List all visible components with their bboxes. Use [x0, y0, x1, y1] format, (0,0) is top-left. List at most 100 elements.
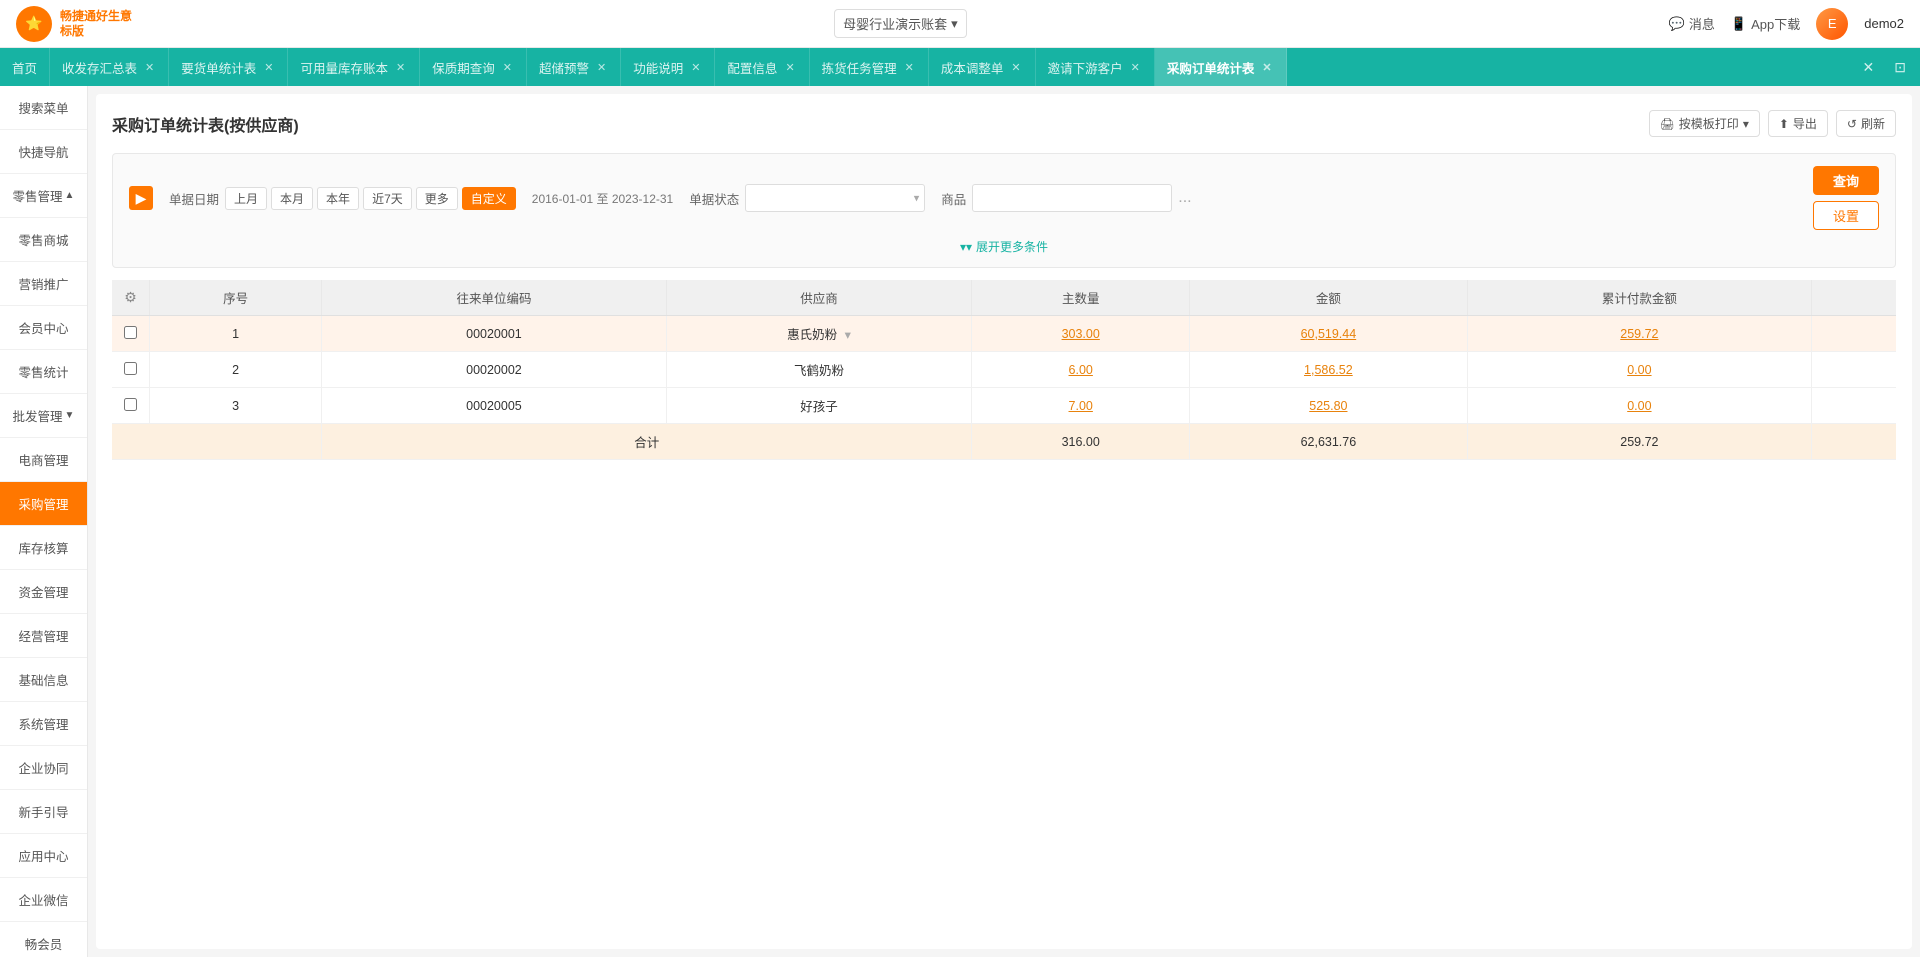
custom-tag-label: 自定义	[471, 192, 507, 206]
tab-pick-task-label: 拣货任务管理	[822, 58, 897, 77]
user-avatar[interactable]: E	[1816, 8, 1848, 40]
tab-shelf-life[interactable]: 保质期查询 ✕	[420, 48, 527, 86]
refresh-button[interactable]: ↺ 刷新	[1836, 110, 1896, 137]
row2-paid-amount[interactable]: 0.00	[1467, 352, 1811, 388]
sidebar-item-search[interactable]: 搜索菜单	[0, 86, 87, 130]
row3-qty[interactable]: 7.00	[972, 388, 1190, 424]
filter-row-main: ▶ 单据日期 上月 本月 本年 近7天 更多 自定义	[129, 166, 1879, 230]
tab-func-desc[interactable]: 功能说明 ✕	[621, 48, 715, 86]
expand-conditions-btn[interactable]: ▾▾ 展开更多条件	[129, 238, 1879, 255]
tab-invite-downstream[interactable]: 邀请下游客户 ✕	[1036, 48, 1155, 86]
status-select[interactable]	[745, 184, 925, 212]
sidebar-item-enterprise-coop[interactable]: 企业协同	[0, 746, 87, 790]
user-name-abbr: E	[1828, 16, 1837, 31]
tab-func-desc-close[interactable]: ✕	[689, 61, 702, 74]
sidebar-item-retail-mall[interactable]: 零售商城	[0, 218, 87, 262]
row2-qty[interactable]: 6.00	[972, 352, 1190, 388]
date-btn-this-month[interactable]: 本月	[271, 187, 313, 210]
sidebar-item-member2[interactable]: 畅会员	[0, 922, 87, 957]
row1-extra	[1812, 316, 1896, 352]
date-btn-last-month[interactable]: 上月	[225, 187, 267, 210]
sidebar-item-ecom-mgmt[interactable]: 电商管理	[0, 438, 87, 482]
goods-input[interactable]	[972, 184, 1172, 212]
tab-config-info-close[interactable]: ✕	[783, 61, 796, 74]
message-button[interactable]: 💬 消息	[1669, 14, 1715, 33]
footer-extra	[1812, 424, 1896, 460]
footer-qty: 316.00	[972, 424, 1190, 460]
tab-overstock-warning-close[interactable]: ✕	[595, 61, 608, 74]
sidebar-item-purchase-mgmt[interactable]: 采购管理	[0, 482, 87, 526]
tab-purchase-stats-close[interactable]: ✕	[1260, 61, 1273, 74]
tab-receive-summary[interactable]: 收发存汇总表 ✕	[50, 48, 169, 86]
tab-goods-stats[interactable]: 要货单统计表 ✕	[169, 48, 288, 86]
tab-shelf-life-close[interactable]: ✕	[501, 61, 514, 74]
row1-qty[interactable]: 303.00	[972, 316, 1190, 352]
sidebar-item-sys-mgmt[interactable]: 系统管理	[0, 702, 87, 746]
template-print-button[interactable]: 🖨 按模板打印 ▾	[1649, 110, 1760, 137]
sidebar-item-retail-mgmt[interactable]: 零售管理 ▲	[0, 174, 87, 218]
top-right: 💬 消息 📱 App下载 E demo2	[1669, 8, 1904, 40]
gear-icon: ⚙	[124, 289, 137, 305]
sidebar-item-member2-label: 畅会员	[4, 934, 83, 953]
col-settings-header[interactable]: ⚙	[112, 280, 150, 316]
tab-available-stock-label: 可用量库存账本	[300, 58, 388, 77]
date-btn-more[interactable]: 更多	[416, 187, 458, 210]
tab-available-stock[interactable]: 可用量库存账本 ✕	[288, 48, 420, 86]
user-name[interactable]: demo2	[1864, 16, 1904, 31]
tab-goods-stats-close[interactable]: ✕	[262, 61, 275, 74]
tab-overstock-warning[interactable]: 超储预警 ✕	[527, 48, 621, 86]
nav-close-btn[interactable]: ✕	[1857, 57, 1881, 78]
date-btn-7days[interactable]: 近7天	[363, 187, 412, 210]
sidebar-item-app-center[interactable]: 应用中心	[0, 834, 87, 878]
sidebar-item-marketing[interactable]: 营销推广	[0, 262, 87, 306]
table-footer-row: 合计 316.00 62,631.76 259.72	[112, 424, 1896, 460]
tab-available-stock-close[interactable]: ✕	[394, 61, 407, 74]
sidebar-item-wholesale-mgmt[interactable]: 批发管理 ▼	[0, 394, 87, 438]
row2-amount[interactable]: 1,586.52	[1190, 352, 1468, 388]
row1-paid-amount[interactable]: 259.72	[1467, 316, 1811, 352]
row2-checkbox[interactable]	[124, 362, 137, 375]
row1-expand-icon[interactable]: ▾	[845, 328, 851, 342]
sidebar-item-quick-nav[interactable]: 快捷导航	[0, 130, 87, 174]
export-button[interactable]: ⬆ 导出	[1768, 110, 1828, 137]
sidebar-item-inventory[interactable]: 库存核算	[0, 526, 87, 570]
row3-checkbox[interactable]	[124, 398, 137, 411]
tab-goods-stats-label: 要货单统计表	[181, 58, 256, 77]
row3-amount[interactable]: 525.80	[1190, 388, 1468, 424]
tab-pick-task-close[interactable]: ✕	[903, 61, 916, 74]
settings-button[interactable]: 设置	[1813, 201, 1879, 230]
tab-home[interactable]: 首页	[0, 48, 50, 86]
app-download-button[interactable]: 📱 App下载	[1731, 14, 1800, 33]
date-btn-custom[interactable]: 自定义	[462, 187, 516, 210]
sidebar-item-retail-stats[interactable]: 零售统计	[0, 350, 87, 394]
workspace-selector[interactable]: 母婴行业演示账套 ▾	[834, 9, 967, 38]
sidebar-item-fund-mgmt[interactable]: 资金管理	[0, 570, 87, 614]
nav-expand-btn[interactable]: ⊡	[1888, 57, 1912, 78]
goods-dots-btn[interactable]: ...	[1178, 189, 1191, 207]
sidebar-item-enterprise-wechat[interactable]: 企业微信	[0, 878, 87, 922]
date-btn-this-year[interactable]: 本年	[317, 187, 359, 210]
sidebar-item-fund-mgmt-label: 资金管理	[4, 582, 83, 601]
tab-invite-downstream-close[interactable]: ✕	[1129, 61, 1142, 74]
tab-cost-adjust[interactable]: 成本调整单 ✕	[929, 48, 1036, 86]
row1-checkbox[interactable]	[124, 326, 137, 339]
search-button[interactable]: 查询	[1813, 166, 1879, 195]
filter-toggle-arrow[interactable]: ▶	[129, 186, 153, 210]
sidebar-item-new-guide[interactable]: 新手引导	[0, 790, 87, 834]
sidebar-item-member[interactable]: 会员中心	[0, 306, 87, 350]
col-extra-header	[1812, 280, 1896, 316]
row1-amount[interactable]: 60,519.44	[1190, 316, 1468, 352]
tab-pick-task[interactable]: 拣货任务管理 ✕	[810, 48, 929, 86]
col-amount-header: 金额	[1190, 280, 1468, 316]
row3-extra	[1812, 388, 1896, 424]
row1-checkbox-cell	[112, 316, 150, 352]
tab-cost-adjust-close[interactable]: ✕	[1009, 61, 1022, 74]
filter-goods-item: 商品 ...	[941, 184, 1191, 212]
tab-purchase-stats[interactable]: 采购订单统计表 ✕	[1155, 48, 1287, 86]
tab-receive-summary-close[interactable]: ✕	[143, 61, 156, 74]
sidebar-item-ops-mgmt[interactable]: 经营管理	[0, 614, 87, 658]
row3-paid-amount[interactable]: 0.00	[1467, 388, 1811, 424]
sidebar-item-basic-info[interactable]: 基础信息	[0, 658, 87, 702]
row2-checkbox-cell	[112, 352, 150, 388]
tab-config-info[interactable]: 配置信息 ✕	[715, 48, 809, 86]
